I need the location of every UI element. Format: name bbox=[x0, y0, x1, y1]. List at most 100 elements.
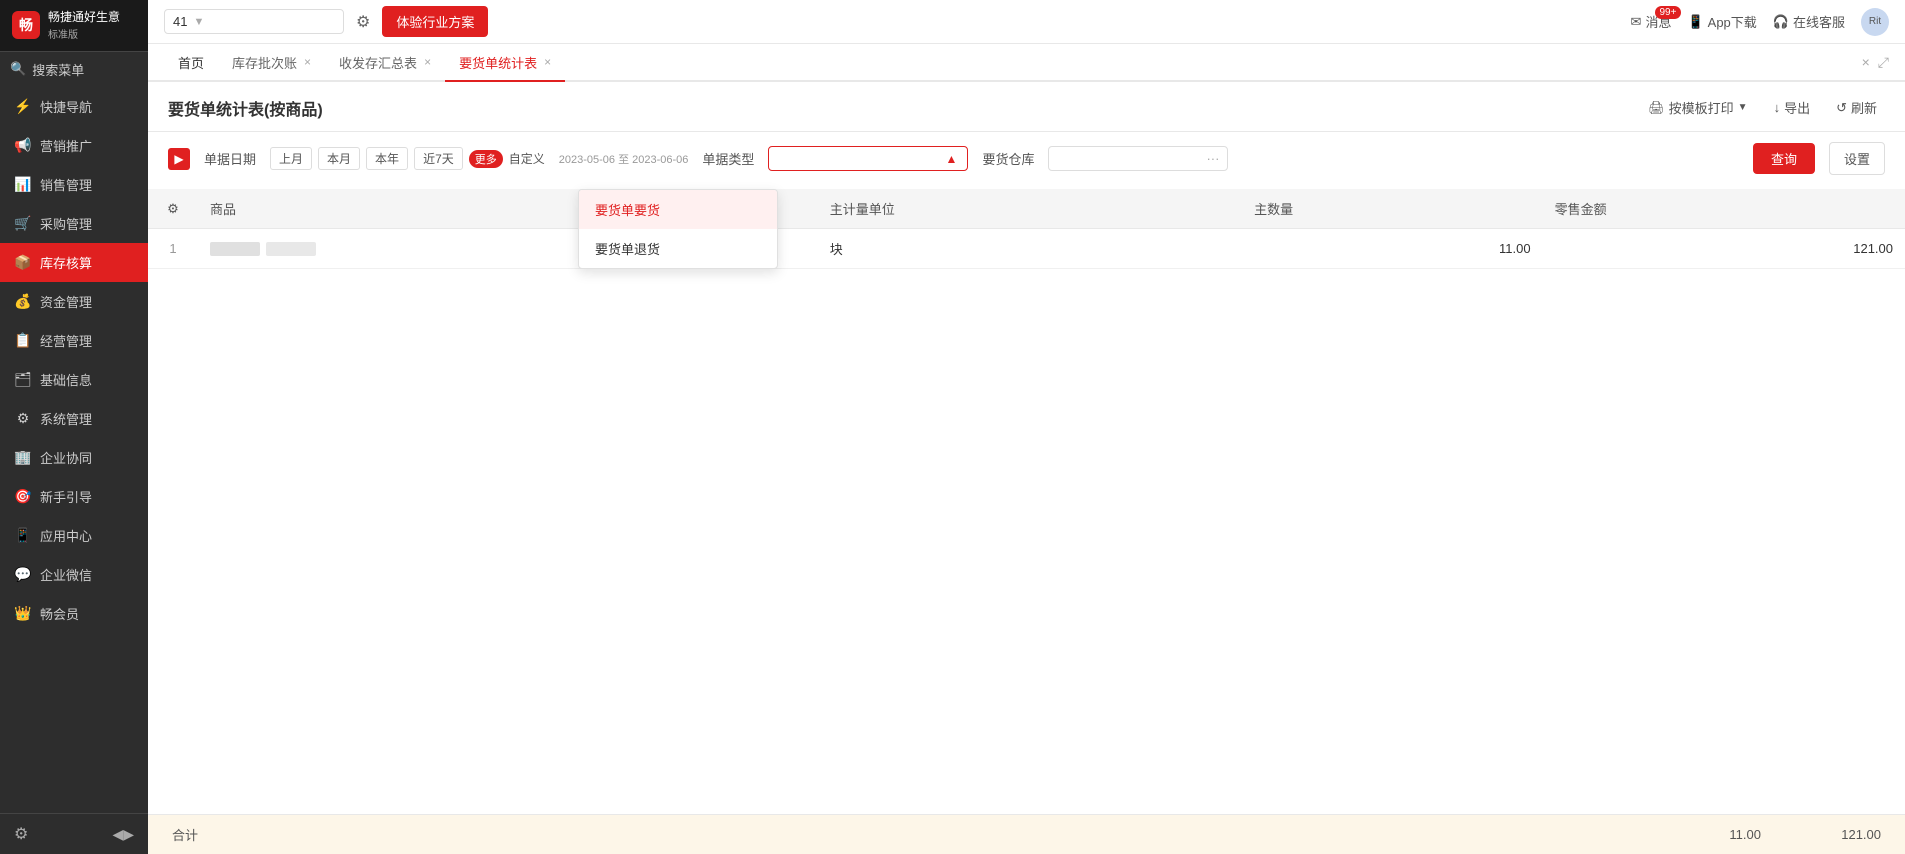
topbar-settings-icon[interactable]: ⚙ bbox=[356, 12, 370, 32]
table-settings-th[interactable]: ⚙ bbox=[148, 189, 198, 229]
date-btn-last-month[interactable]: 上月 bbox=[270, 147, 312, 170]
store-number: 41 bbox=[173, 14, 187, 29]
date-btn-this-year[interactable]: 本年 bbox=[366, 147, 408, 170]
app-download-btn[interactable]: 📱 App下载 bbox=[1687, 12, 1756, 31]
marketing-icon: 📢 bbox=[14, 136, 32, 154]
date-shortcuts: 上月 本月 本年 近7天 更多 自定义 bbox=[270, 147, 545, 170]
sidebar-item-企业协同[interactable]: 🏢 企业协同 bbox=[0, 438, 148, 477]
close-all-icon[interactable]: × bbox=[1862, 54, 1870, 70]
sidebar-search[interactable]: 🔍 搜索菜单 bbox=[0, 52, 148, 87]
tab-receive-send[interactable]: 收发存汇总表 × bbox=[325, 44, 445, 82]
sidebar-item-采购管理[interactable]: 🛒 采购管理 bbox=[0, 204, 148, 243]
type-select[interactable]: ▲ bbox=[768, 146, 968, 171]
filter-area: ▶ 单据日期 上月 本月 本年 近7天 更多 自定义 2023-05-06 至 … bbox=[148, 132, 1905, 189]
messages-btn[interactable]: ✉ 消息 99+ bbox=[1631, 12, 1672, 31]
table-wrap: ⚙ 商品 主计量单位 主数量 零售金额 1 bbox=[148, 189, 1905, 814]
sidebar-item-系统管理[interactable]: ⚙ 系统管理 bbox=[0, 399, 148, 438]
user-avatar[interactable]: Rit bbox=[1861, 8, 1889, 36]
sidebar-item-label: 销售管理 bbox=[40, 175, 92, 194]
main-area: 41 ▼ ⚙ 体验行业方案 ✉ 消息 99+ 📱 App下载 🎧 在线客服 Ri… bbox=[148, 0, 1905, 854]
sidebar: 畅 畅捷通好生意 标准版 🔍 搜索菜单 ⚡ 快捷导航 📢 营销推广 📊 销售管理… bbox=[0, 0, 148, 854]
date-range-text: 2023-05-06 至 2023-06-06 bbox=[559, 151, 689, 167]
sidebar-item-label: 应用中心 bbox=[40, 526, 92, 545]
type-chevron-up-icon[interactable]: ▲ bbox=[946, 152, 958, 166]
print-btn[interactable]: 🖨 按模板打印 ▼ bbox=[1640, 94, 1755, 121]
sidebar-settings-icon[interactable]: ⚙ bbox=[14, 824, 28, 844]
export-label: 导出 bbox=[1784, 98, 1810, 117]
tab-label: 要货单统计表 bbox=[459, 53, 537, 72]
wechat-icon: 💬 bbox=[14, 565, 32, 583]
member-icon: 👑 bbox=[14, 604, 32, 622]
type-input[interactable] bbox=[779, 151, 945, 166]
dropdown-item-要货单退货[interactable]: 要货单退货 bbox=[579, 229, 777, 268]
logo-title: 畅捷通好生意 bbox=[48, 10, 120, 26]
sidebar-item-企业微信[interactable]: 💬 企业微信 bbox=[0, 555, 148, 594]
product-code-placeholder bbox=[210, 242, 260, 256]
page-content: 要货单统计表(按商品) 🖨 按模板打印 ▼ ↓ 导出 ↺ 刷新 bbox=[148, 82, 1905, 854]
sidebar-item-经营管理[interactable]: 📋 经营管理 bbox=[0, 321, 148, 360]
phone-icon: 📱 bbox=[1687, 14, 1703, 30]
query-btn[interactable]: 查询 bbox=[1753, 143, 1815, 174]
more-dates-badge[interactable]: 更多 bbox=[469, 150, 503, 168]
date-btn-7days[interactable]: 近7天 bbox=[414, 147, 463, 170]
page-title-row: 要货单统计表(按商品) 🖨 按模板打印 ▼ ↓ 导出 ↺ 刷新 bbox=[168, 94, 1885, 121]
headset-icon: 🎧 bbox=[1773, 14, 1789, 30]
warehouse-more-icon[interactable]: ··· bbox=[1206, 151, 1219, 166]
tab-close-icon[interactable]: × bbox=[544, 55, 551, 69]
sidebar-item-label: 营销推广 bbox=[40, 136, 92, 155]
type-filter-label: 单据类型 bbox=[702, 149, 754, 168]
system-icon: ⚙ bbox=[14, 409, 32, 427]
table-footer: 合计 11.00 121.00 bbox=[148, 814, 1905, 854]
sidebar-item-营销推广[interactable]: 📢 营销推广 bbox=[0, 126, 148, 165]
sidebar-item-label: 基础信息 bbox=[40, 370, 92, 389]
finance-icon: 💰 bbox=[14, 292, 32, 310]
sidebar-item-应用中心[interactable]: 📱 应用中心 bbox=[0, 516, 148, 555]
sidebar-collapse-icon[interactable]: ◀▶ bbox=[112, 826, 134, 843]
tab-close-icon[interactable]: × bbox=[304, 55, 311, 69]
sidebar-item-快捷导航[interactable]: ⚡ 快捷导航 bbox=[0, 87, 148, 126]
management-icon: 📋 bbox=[14, 331, 32, 349]
sidebar-item-label: 快捷导航 bbox=[40, 97, 92, 116]
tabs-bar: 首页 库存批次账 × 收发存汇总表 × 要货单统计表 × × ⤢ bbox=[148, 44, 1905, 82]
industry-btn[interactable]: 体验行业方案 bbox=[382, 6, 488, 37]
sidebar-item-库存核算[interactable]: 📦 库存核算 bbox=[0, 243, 148, 282]
chevron-down-icon: ▼ bbox=[193, 16, 204, 28]
sidebar-bottom: ⚙ ◀▶ bbox=[0, 813, 148, 854]
footer-total-label: 合计 bbox=[160, 825, 380, 844]
tab-label: 收发存汇总表 bbox=[339, 53, 417, 72]
date-filter-label: 单据日期 bbox=[204, 149, 256, 168]
tab-inventory-batch[interactable]: 库存批次账 × bbox=[218, 44, 325, 82]
sidebar-search-label: 搜索菜单 bbox=[32, 60, 84, 79]
custom-date-btn[interactable]: 自定义 bbox=[509, 150, 545, 167]
tab-order-stat[interactable]: 要货单统计表 × bbox=[445, 44, 565, 82]
sidebar-item-畅会员[interactable]: 👑 畅会员 bbox=[0, 594, 148, 633]
filter-settings-btn[interactable]: 设置 bbox=[1829, 142, 1885, 175]
inventory-icon: 📦 bbox=[14, 253, 32, 271]
sidebar-item-基础信息[interactable]: 🗂 基础信息 bbox=[0, 360, 148, 399]
sidebar-item-label: 系统管理 bbox=[40, 409, 92, 428]
warehouse-select[interactable]: ··· bbox=[1048, 146, 1228, 171]
date-btn-this-month[interactable]: 本月 bbox=[318, 147, 360, 170]
refresh-label: 刷新 bbox=[1851, 98, 1877, 117]
sidebar-item-label: 新手引导 bbox=[40, 487, 92, 506]
tab-close-icon[interactable]: × bbox=[424, 55, 431, 69]
tabs-actions: × ⤢ bbox=[1862, 44, 1889, 80]
dropdown-item-要货单要货[interactable]: 要货单要货 bbox=[579, 190, 777, 229]
export-btn[interactable]: ↓ 导出 bbox=[1766, 94, 1819, 121]
sidebar-item-销售管理[interactable]: 📊 销售管理 bbox=[0, 165, 148, 204]
expand-filter-btn[interactable]: ▶ bbox=[168, 148, 190, 170]
type-dropdown: 要货单要货 要货单退货 bbox=[578, 189, 778, 269]
tab-home-label: 首页 bbox=[178, 53, 204, 72]
refresh-btn[interactable]: ↺ 刷新 bbox=[1828, 94, 1885, 121]
guide-icon: 🎯 bbox=[14, 487, 32, 505]
store-selector[interactable]: 41 ▼ bbox=[164, 9, 344, 34]
expand-tabs-icon[interactable]: ⤢ bbox=[1878, 54, 1889, 71]
online-service-btn[interactable]: 🎧 在线客服 bbox=[1773, 12, 1845, 31]
export-icon: ↓ bbox=[1774, 100, 1781, 115]
topbar-right: ✉ 消息 99+ 📱 App下载 🎧 在线客服 Rit bbox=[1631, 8, 1889, 36]
sidebar-item-资金管理[interactable]: 💰 资金管理 bbox=[0, 282, 148, 321]
tab-home[interactable]: 首页 bbox=[164, 44, 218, 82]
col-quantity: 主数量 bbox=[1242, 189, 1542, 229]
avatar-text: Rit bbox=[1869, 16, 1881, 27]
sidebar-item-新手引导[interactable]: 🎯 新手引导 bbox=[0, 477, 148, 516]
